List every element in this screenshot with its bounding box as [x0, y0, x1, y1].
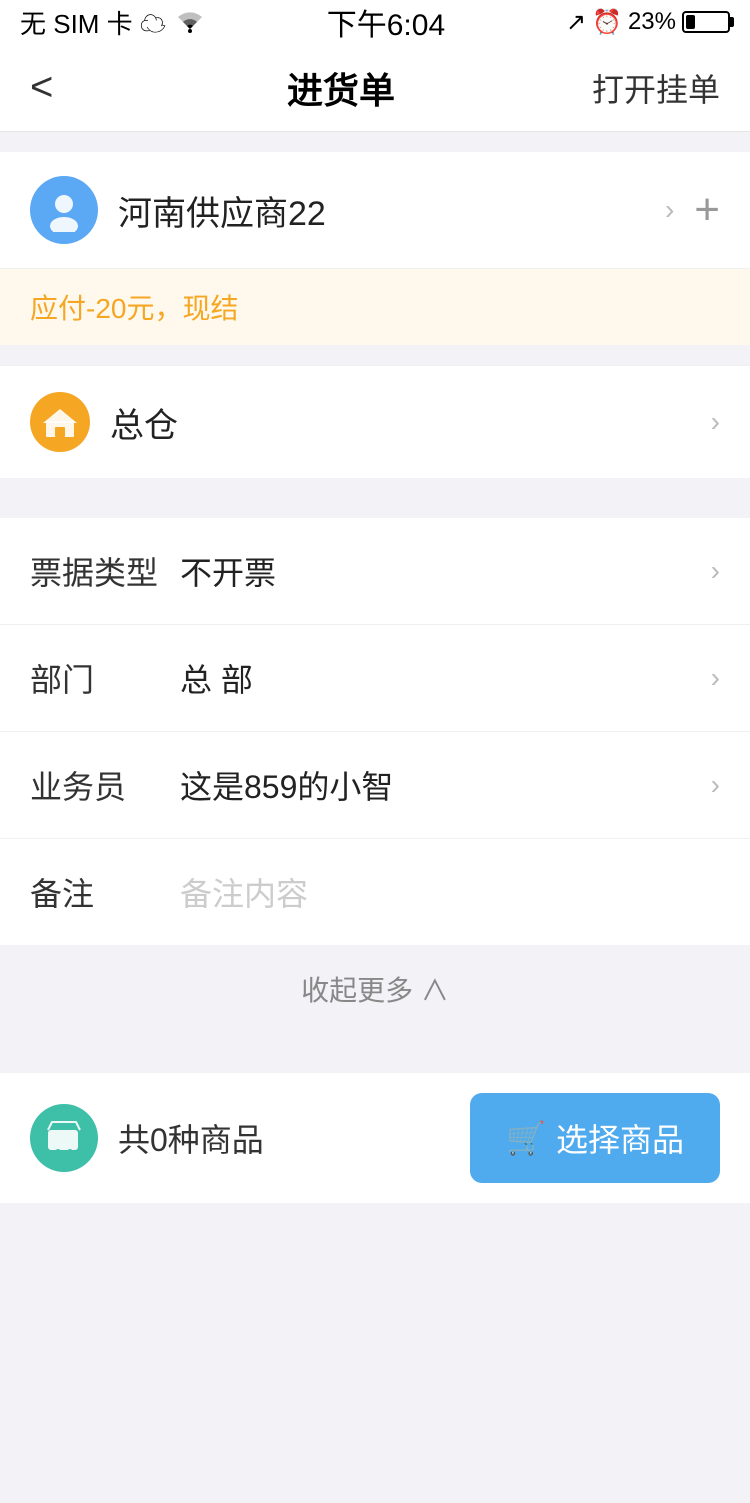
remark-row[interactable]: 备注 备注内容	[0, 839, 750, 945]
battery-percent: 23%	[628, 8, 676, 36]
salesperson-label: 业务员	[30, 762, 160, 808]
battery-icon	[682, 11, 730, 33]
invoice-type-chevron-icon: ›	[711, 555, 720, 587]
supplier-section: 河南供应商22 › + 应付-20元，现结	[0, 152, 750, 345]
grey-bottom-area	[0, 1203, 750, 1503]
select-btn-icon: 🛒	[506, 1119, 546, 1157]
wifi-icon	[174, 11, 206, 33]
status-time: 下午6:04	[327, 0, 445, 44]
product-icon	[30, 1104, 98, 1172]
salesperson-chevron-icon: ›	[711, 769, 720, 801]
page-title: 进货单	[287, 62, 395, 114]
section-gap-4	[0, 1033, 750, 1053]
warehouse-row[interactable]: 总仓 ›	[0, 365, 750, 478]
invoice-type-label: 票据类型	[30, 548, 160, 594]
notice-text: 应付-20元，现结	[30, 293, 238, 324]
warehouse-chevron-icon: ›	[711, 406, 720, 438]
location-icon: ↗	[566, 8, 586, 37]
warehouse-section: 总仓 ›	[0, 365, 750, 478]
warehouse-building-icon	[41, 403, 79, 441]
department-label: 部门	[30, 655, 160, 701]
collapse-label: 收起更多 ∧	[301, 975, 449, 1006]
salesperson-value: 这是859的小智	[160, 762, 711, 808]
department-value: 总 部	[160, 655, 711, 701]
department-row[interactable]: 部门 总 部 ›	[0, 625, 750, 732]
supplier-chevron-icon: ›	[665, 194, 674, 226]
back-button[interactable]: <	[30, 65, 90, 110]
supplier-avatar	[30, 176, 98, 244]
supplier-name: 河南供应商22	[118, 186, 665, 235]
select-product-button[interactable]: 🛒 选择商品	[470, 1093, 720, 1183]
form-section: 票据类型 不开票 › 部门 总 部 › 业务员 这是859的小智 › 备注 备注…	[0, 518, 750, 945]
supplier-row[interactable]: 河南供应商22 › +	[0, 152, 750, 269]
remark-label: 备注	[30, 869, 160, 915]
sim-label: 无 SIM 卡 ☁	[20, 4, 166, 41]
section-gap-2	[0, 345, 750, 365]
invoice-type-value: 不开票	[160, 548, 711, 594]
select-btn-label: 选择商品	[556, 1115, 684, 1161]
invoice-type-row[interactable]: 票据类型 不开票 ›	[0, 518, 750, 625]
department-chevron-icon: ›	[711, 662, 720, 694]
section-gap-1	[0, 132, 750, 152]
status-bar: 无 SIM 卡 ☁ 下午6:04 ↗ ⏰ 23%	[0, 0, 750, 44]
remark-input[interactable]: 备注内容	[160, 869, 720, 915]
warehouse-icon	[30, 392, 90, 452]
salesperson-row[interactable]: 业务员 这是859的小智 ›	[0, 732, 750, 839]
status-left: 无 SIM 卡 ☁	[20, 4, 206, 41]
alarm-icon: ⏰	[592, 8, 622, 37]
add-supplier-button[interactable]: +	[694, 188, 720, 232]
status-right: ↗ ⏰ 23%	[566, 8, 730, 37]
person-icon	[42, 188, 86, 232]
product-count: 共0种商品	[118, 1115, 470, 1161]
open-pending-button[interactable]: 打开挂单	[592, 65, 720, 111]
warehouse-name: 总仓	[110, 398, 711, 447]
notice-bar: 应付-20元，现结	[0, 269, 750, 345]
nav-bar: < 进货单 打开挂单	[0, 44, 750, 132]
cart-icon	[44, 1118, 84, 1158]
section-gap-3	[0, 478, 750, 498]
collapse-button[interactable]: 收起更多 ∧	[0, 945, 750, 1033]
bottom-bar: 共0种商品 🛒 选择商品	[0, 1073, 750, 1203]
